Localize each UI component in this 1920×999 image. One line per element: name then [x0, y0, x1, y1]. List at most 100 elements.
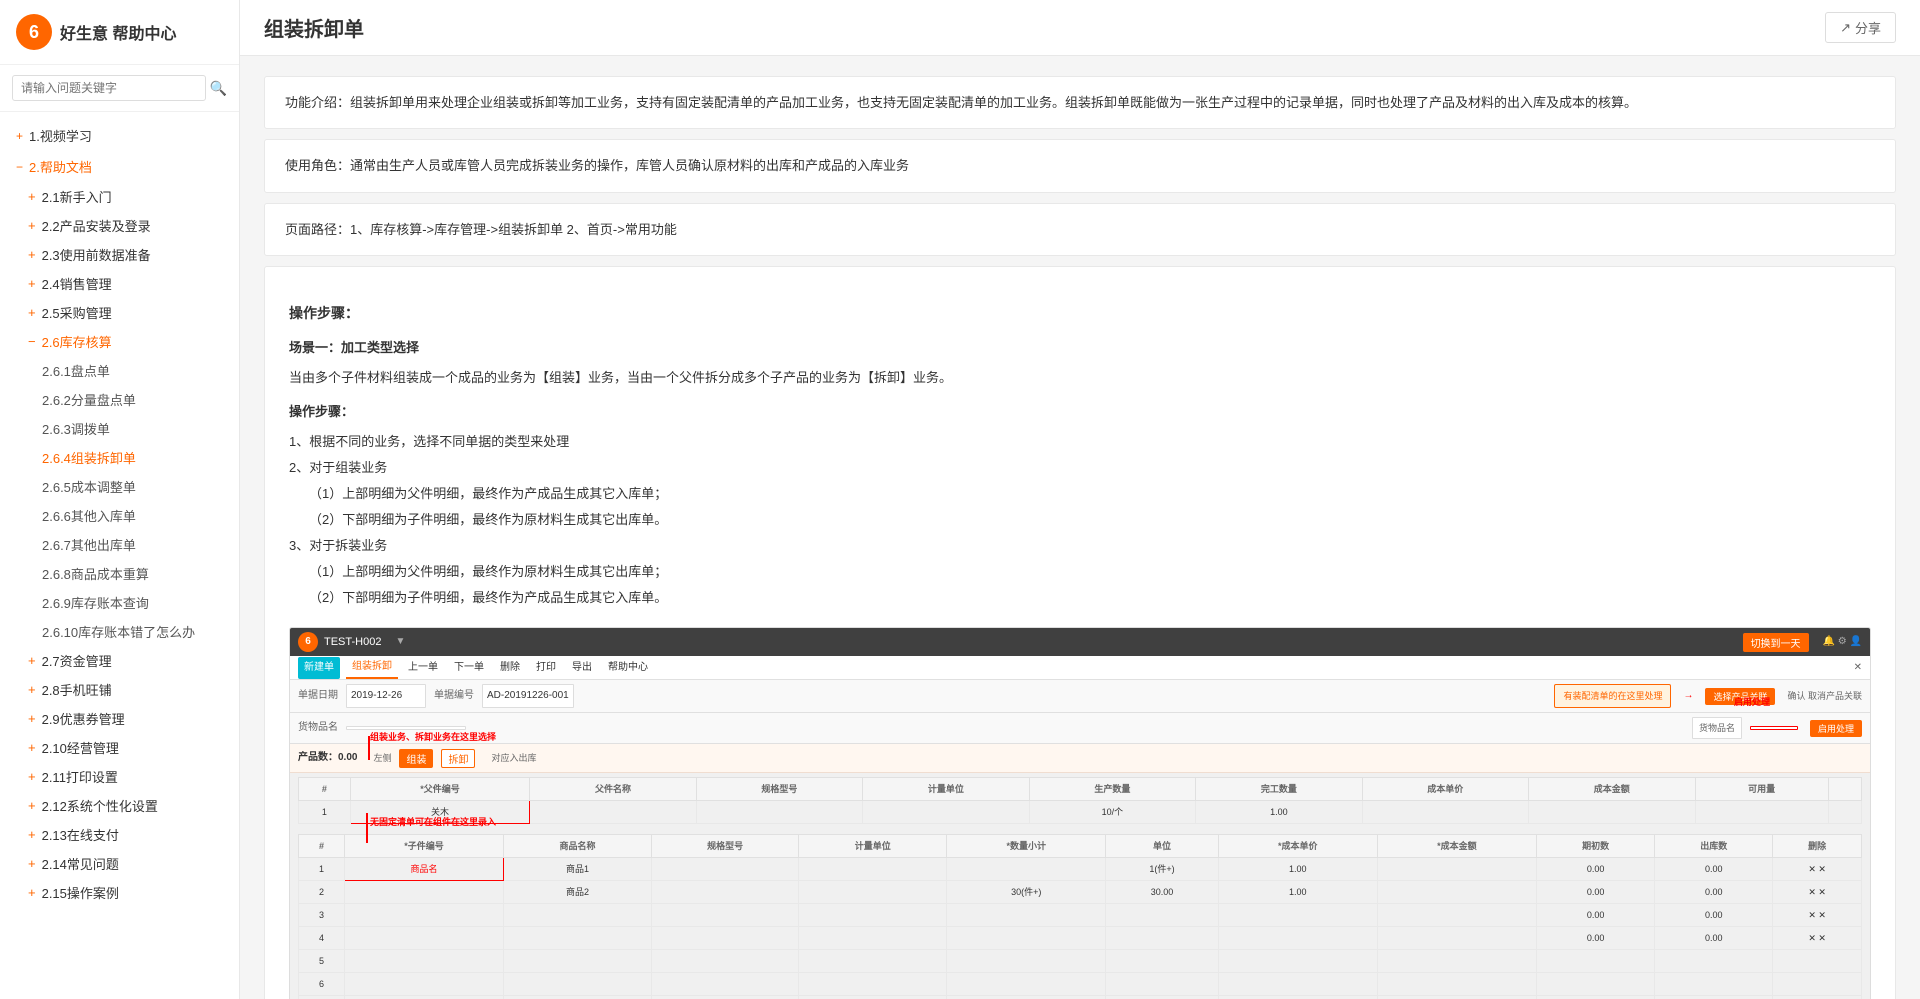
ss-product-row: 货物品名 货物品名 启用处理 [290, 713, 1870, 744]
plus-icon: + [28, 276, 36, 291]
ss-number-value: AD-20191226-001 [482, 684, 574, 708]
sidebar-item-cases[interactable]: + 2.15操作案例 [0, 878, 239, 907]
ss-menu-delete[interactable]: 删除 [494, 658, 526, 678]
sidebar-item-custom[interactable]: + 2.12系统个性化设置 [0, 791, 239, 820]
sidebar-item-assembly[interactable]: 2.6.4组装拆卸单 [0, 443, 239, 472]
step2-2: （2）下部明细为子件明细，最终作为原材料生成其它出库单。 [309, 507, 1871, 533]
ss-th-unit: 计量单位 [863, 778, 1029, 801]
ss-upper-table: # *父件编号 父件名称 规格型号 计量单位 生产数量 完工数量 成本单价 成本… [298, 777, 1862, 824]
step3-2: （2）下部明细为子件明细，最终作为产成品生成其它入库单。 [309, 585, 1871, 611]
ss-dropdown: ▼ [395, 632, 405, 652]
sidebar-item-sales[interactable]: + 2.4销售管理 [0, 269, 239, 298]
plus-icon: + [28, 189, 36, 204]
ss-upper-table-area: # *父件编号 父件名称 规格型号 计量单位 生产数量 完工数量 成本单价 成本… [290, 773, 1870, 828]
intro-text: 功能介绍：组装拆卸单用来处理企业组装或拆卸等加工业务，支持有固定装配清单的产品加… [285, 91, 1875, 114]
ss-stock-input-highlighted[interactable] [1750, 726, 1798, 730]
search-box: 🔍 [0, 65, 239, 112]
ss-extra-btns: 确认 取消产品关联 [1787, 687, 1862, 705]
scenario1-desc: 当由多个子件材料组装成一个成品的业务为【组装】业务，当由一个父件拆分成多个子产品… [289, 365, 1871, 391]
ss-lower-table-area: # *子件编号 商品名称 规格型号 计量单位 *数量小计 单位 *成本单价 *成… [290, 830, 1870, 999]
sidebar-item-help-doc[interactable]: − 2.帮助文档 [0, 151, 239, 182]
sidebar-item-mobile[interactable]: + 2.8手机旺铺 [0, 675, 239, 704]
logo-icon: 6 [16, 14, 52, 50]
ss-qty-label: 产品数：0.00 [298, 748, 357, 768]
ss-type-row: 产品数：0.00 左侧 组装 拆卸 对应入出库 [290, 744, 1870, 773]
sidebar-item-print[interactable]: + 2.11打印设置 [0, 762, 239, 791]
ss-stock-label: 货物品名 [1692, 717, 1742, 739]
ss-number-label: 单据编号 [434, 686, 474, 706]
search-button[interactable]: 🔍 [210, 80, 227, 97]
sidebar-item-ledger-query[interactable]: 2.6.9库存账本查询 [0, 588, 239, 617]
sidebar-item-inventory[interactable]: − 2.6库存核算 [0, 327, 239, 356]
plus-icon: + [28, 305, 36, 320]
annotation-process: 启用处理 [1734, 693, 1770, 711]
sidebar-item-cost-recalc[interactable]: 2.6.8商品成本重算 [0, 559, 239, 588]
plus-icon: + [28, 827, 36, 842]
mock-screenshot: 6 TEST-H002 ▼ 切换到一天 🔔 ⚙ 👤 新建单 组装拆卸 上一单 下… [290, 628, 1870, 999]
ss-menu-next[interactable]: 下一单 [448, 658, 490, 678]
table-row: 5 [299, 950, 1862, 973]
table-row: 4 0.000.00✕ ✕ [299, 927, 1862, 950]
ss-th-cost-price: 成本单价 [1362, 778, 1528, 801]
step2-1: （1）上部明细为父件明细，最终作为产成品生成其它入库单； [309, 481, 1871, 507]
sidebar-item-online-pay[interactable]: + 2.13在线支付 [0, 820, 239, 849]
ss-company: TEST-H002 [324, 631, 381, 653]
ss-menu-prev[interactable]: 上一单 [402, 658, 444, 678]
ss-date-label: 单据日期 [298, 686, 338, 706]
path-block: 页面路径：1、库存核算->库存管理->组装拆卸单 2、首页->常用功能 [264, 203, 1896, 256]
sidebar-item-business[interactable]: + 2.10经营管理 [0, 733, 239, 762]
ss-menu-print[interactable]: 打印 [530, 658, 562, 678]
sidebar-item-other-out[interactable]: 2.6.7其他出库单 [0, 530, 239, 559]
sidebar-item-partial-stocktake[interactable]: 2.6.2分量盘点单 [0, 385, 239, 414]
share-button[interactable]: ↗ 分享 [1825, 12, 1896, 43]
step2: 2、对于组装业务 [289, 455, 1871, 481]
sidebar: 6 好生意 帮助中心 🔍 + 1.视频学习 − 2.帮助文档 + 2.1新手入门… [0, 0, 240, 999]
sidebar-item-ledger-fix[interactable]: 2.6.10库存账本错了怎么办 [0, 617, 239, 646]
search-input[interactable] [12, 75, 206, 101]
plus-icon: + [28, 247, 36, 262]
scenario1-title: 场景一：加工类型选择 [289, 335, 1871, 361]
ss-type-disassemble[interactable]: 拆卸 [441, 749, 475, 768]
ss-type-assemble[interactable]: 组装 [399, 749, 433, 768]
ss-menu-help[interactable]: 帮助中心 [602, 658, 654, 678]
ss-lower-table: # *子件编号 商品名称 规格型号 计量单位 *数量小计 单位 *成本单价 *成… [298, 834, 1862, 999]
ss-th-avail: 可用量 [1695, 778, 1828, 801]
ss-process-btn[interactable]: 启用处理 [1810, 720, 1862, 737]
table-row: 1 商品名 商品1 1(件+) 1.00 0.00 [299, 858, 1862, 881]
sidebar-item-video[interactable]: + 1.视频学习 [0, 120, 239, 151]
sidebar-item-cost-adjust[interactable]: 2.6.5成本调整单 [0, 472, 239, 501]
plus-icon: + [28, 856, 36, 871]
ss-orange-msg: 有装配清单的在这里处理 [1554, 684, 1671, 708]
plus-icon: + [28, 769, 36, 784]
sidebar-item-transfer[interactable]: 2.6.3调拨单 [0, 414, 239, 443]
sidebar-item-purchase[interactable]: + 2.5采购管理 [0, 298, 239, 327]
ss-type-hint: 对应入出库 [491, 749, 536, 767]
nav-tree: + 1.视频学习 − 2.帮助文档 + 2.1新手入门 + 2.2产品安装及登录… [0, 112, 239, 915]
ss-new-btn[interactable]: 新建单 [298, 657, 340, 679]
sidebar-item-beginner[interactable]: + 2.1新手入门 [0, 182, 239, 211]
role-block: 使用角色：通常由生产人员或库管人员完成拆装业务的操作，库管人员确认原材料的出库和… [264, 139, 1896, 192]
ss-menu-assembly[interactable]: 组装拆卸 [346, 657, 398, 679]
sidebar-item-finance[interactable]: + 2.7资金管理 [0, 646, 239, 675]
plus-icon: + [28, 653, 36, 668]
sidebar-item-stocktake[interactable]: 2.6.1盘点单 [0, 356, 239, 385]
ss-close[interactable]: ✕ [1854, 658, 1862, 678]
sidebar-item-faq[interactable]: + 2.14常见问题 [0, 849, 239, 878]
ss-nav-btn[interactable]: 切换到一天 [1743, 633, 1809, 652]
logo-area: 6 好生意 帮助中心 [0, 0, 239, 65]
sidebar-item-other-in[interactable]: 2.6.6其他入库单 [0, 501, 239, 530]
sidebar-item-coupon[interactable]: + 2.9优惠券管理 [0, 704, 239, 733]
page-title: 组装拆卸单 [264, 13, 364, 42]
expand-icon: + [16, 129, 23, 143]
sidebar-item-install[interactable]: + 2.2产品安装及登录 [0, 211, 239, 240]
intro-block: 功能介绍：组装拆卸单用来处理企业组装或拆卸等加工业务，支持有固定装配清单的产品加… [264, 76, 1896, 129]
sidebar-item-data-prep[interactable]: + 2.3使用前数据准备 [0, 240, 239, 269]
ss-logo: 6 [298, 632, 318, 652]
steps-block: 操作步骤： 场景一：加工类型选择 当由多个子件材料组装成一个成品的业务为【组装】… [264, 266, 1896, 999]
ss-th-cost-amt: 成本金额 [1529, 778, 1695, 801]
ss-menu-export[interactable]: 导出 [566, 658, 598, 678]
annotation-type-select: 组装业务、拆卸业务在这里选择 [370, 728, 496, 746]
ss-th-prod-qty: 生产数量 [1029, 778, 1195, 801]
ss-topbar: 6 TEST-H002 ▼ 切换到一天 🔔 ⚙ 👤 [290, 628, 1870, 656]
ss-th-parent-name: 父件名称 [530, 778, 696, 801]
